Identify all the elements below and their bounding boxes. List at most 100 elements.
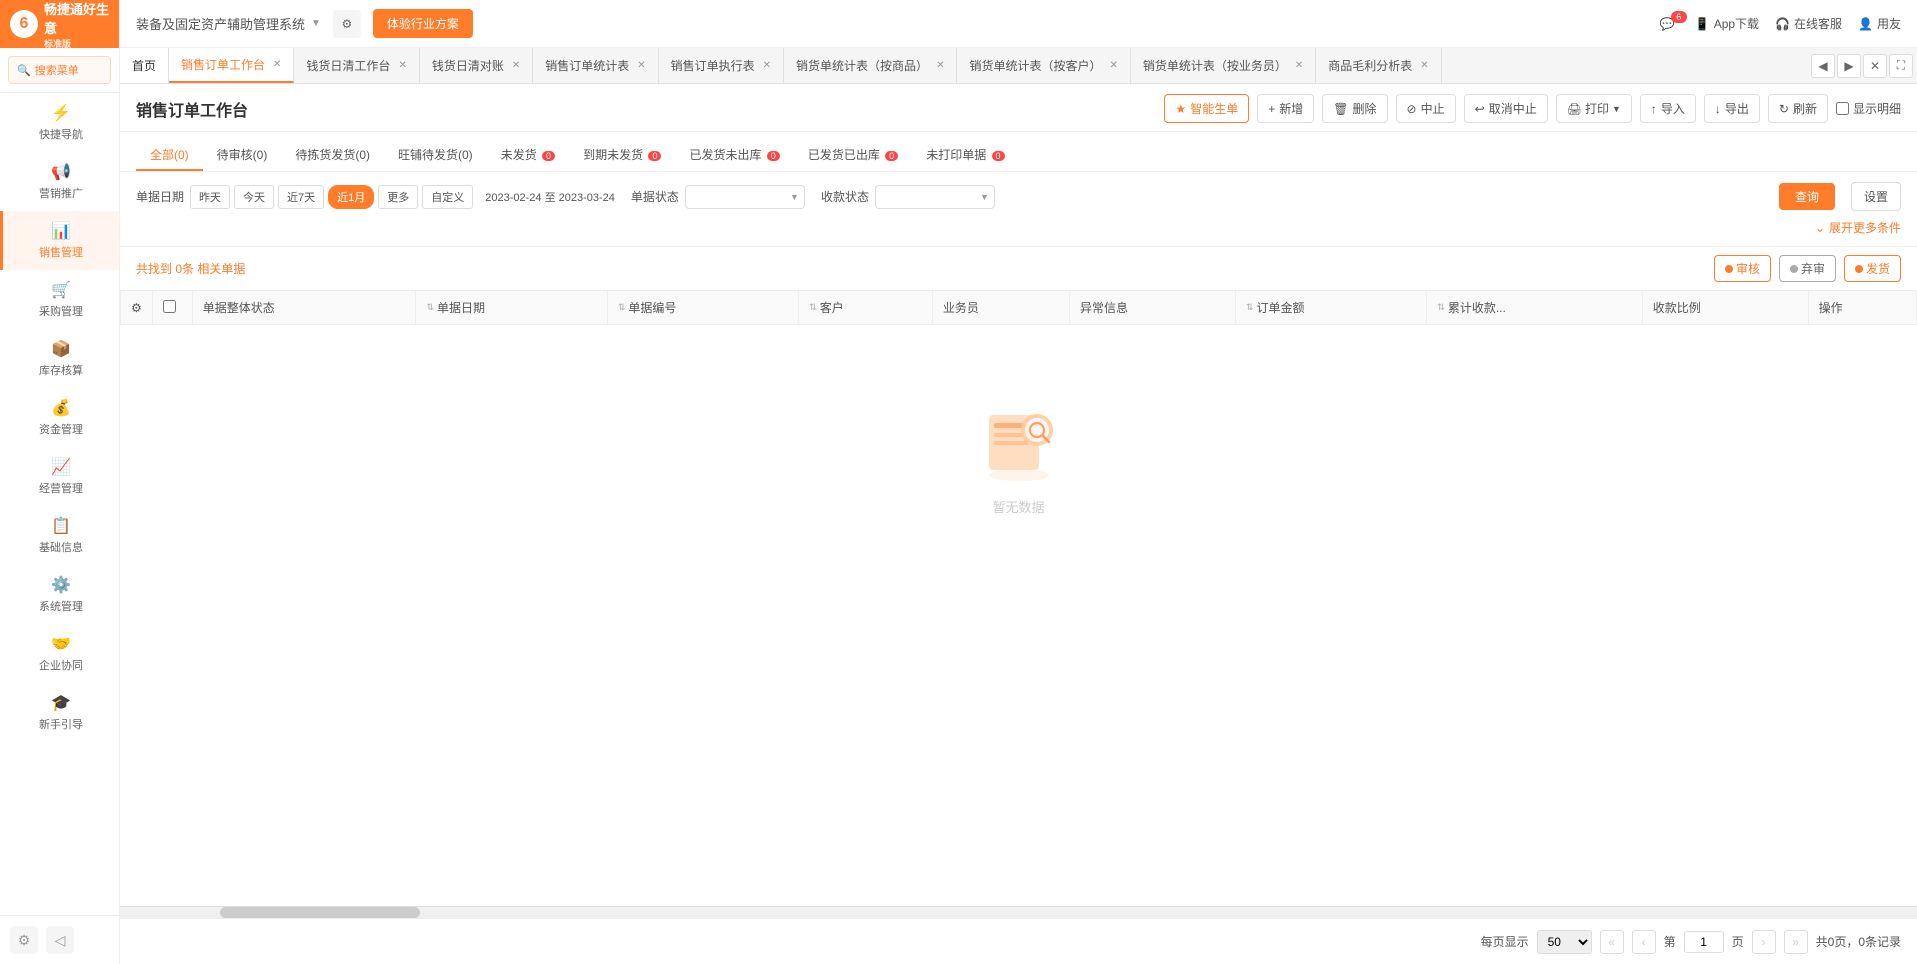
sidebar-bottom: ⚙ ◁ (0, 915, 119, 964)
page-next-btn[interactable]: › (1752, 930, 1776, 954)
date-btn-7days[interactable]: 近7天 (278, 185, 324, 209)
tab-close-icon[interactable]: ✕ (1295, 60, 1303, 71)
filter-tab-not-printed[interactable]: 未打印单据 0 (912, 140, 1018, 171)
date-btn-custom[interactable]: 自定义 (422, 185, 473, 209)
tab-margin-analysis[interactable]: 商品毛利分析表 ✕ (1316, 48, 1441, 83)
stop-button[interactable]: ⊘ 中止 (1396, 94, 1456, 123)
tab-close-icon[interactable]: ✕ (273, 59, 281, 70)
sidebar-item-marketing[interactable]: 📢 营销推广 (0, 152, 119, 211)
filter-tab-label: 已发货未出库 (689, 148, 761, 162)
print-button[interactable]: 🖨 打印 ▼ (1556, 94, 1632, 123)
settings-filter-button[interactable]: 设置 (1851, 182, 1901, 211)
tab-fullscreen-btn[interactable]: ⛶ (1889, 54, 1913, 78)
tab-close-icon[interactable]: ✕ (936, 60, 944, 71)
tab-close-icon[interactable]: ✕ (637, 60, 645, 71)
app-download-button[interactable]: 📱 App下载 (1695, 15, 1759, 32)
table-info-suffix: 相关单据 (197, 262, 245, 276)
show-detail-checkbox[interactable]: 显示明细 (1836, 100, 1901, 117)
date-btn-1month[interactable]: 近1月 (328, 185, 374, 209)
sidebar-item-inventory[interactable]: 📦 库存核算 (0, 329, 119, 388)
th-date-sort[interactable]: ⇅ 单据日期 (426, 299, 596, 316)
tab-close-icon[interactable]: ✕ (1109, 60, 1117, 71)
page-prev-btn[interactable]: ‹ (1632, 930, 1656, 954)
expand-conditions-btn[interactable]: ⌄ 展开更多条件 (1815, 219, 1901, 236)
filter-tab-wangpu[interactable]: 旺铺待发货(0) (384, 140, 487, 171)
tab-close-icon[interactable]: ✕ (763, 60, 771, 71)
tab-close-icon[interactable]: ✕ (512, 60, 520, 71)
tab-home-label: 首页 (132, 57, 156, 74)
tab-close-icon[interactable]: ✕ (398, 60, 406, 71)
tab-cash-daily[interactable]: 钱货日清工作台 ✕ (294, 48, 419, 83)
tab-scroll-left-btn[interactable]: ◀ (1811, 54, 1835, 78)
cancel-stop-button[interactable]: ↩ 取消中止 (1464, 94, 1548, 123)
filter-tab-not-shipped[interactable]: 未发货 0 (487, 140, 569, 171)
th-number-sort[interactable]: ⇅ 单据编号 (618, 299, 788, 316)
th-amount-sort[interactable]: ⇅ 订单金额 (1246, 299, 1416, 316)
smart-create-button[interactable]: ★ 智能生单 (1164, 94, 1249, 123)
delete-button[interactable]: 🗑 删除 (1322, 94, 1387, 123)
th-customer-sort[interactable]: ⇅ 客户 (809, 299, 922, 316)
tab-sales-exec[interactable]: 销售订单执行表 ✕ (659, 48, 784, 83)
sidebar-item-system[interactable]: ⚙️ 系统管理 (0, 565, 119, 624)
tab-cash-reconcile[interactable]: 钱货日清对账 ✕ (420, 48, 533, 83)
export-button[interactable]: ↓ 导出 (1704, 94, 1760, 123)
date-btn-more[interactable]: 更多 (378, 185, 418, 209)
sidebar-item-finance[interactable]: 💰 资金管理 (0, 388, 119, 447)
status-select[interactable] (685, 185, 805, 209)
payment-select[interactable] (875, 185, 995, 209)
filter-tab-shipped-out[interactable]: 已发货已出库 0 (794, 140, 912, 171)
date-btn-yesterday[interactable]: 昨天 (190, 185, 230, 209)
select-all-checkbox[interactable] (163, 300, 176, 313)
tab-close-all-btn[interactable]: ✕ (1863, 54, 1887, 78)
tab-scroll-right-btn[interactable]: ▶ (1837, 54, 1861, 78)
tab-sales-workbench[interactable]: 销售订单工作台 ✕ (169, 48, 294, 83)
page-last-btn[interactable]: » (1784, 930, 1808, 954)
cancel-review-button[interactable]: 弃审 (1779, 255, 1836, 282)
refresh-button[interactable]: ↻ 刷新 (1768, 94, 1828, 123)
page-size-select[interactable]: 20 50 100 (1537, 930, 1592, 954)
table-toolbar: 共找到 0条 相关单据 审核 弃审 发货 (120, 247, 1917, 290)
trial-button[interactable]: 体验行业方案 (373, 9, 473, 38)
th-status-sort[interactable]: 单据整体状态 (203, 299, 406, 316)
tab-sales-summary-customer[interactable]: 销货单统计表（按客户） ✕ (957, 48, 1130, 83)
online-support-button[interactable]: 🎧 在线客服 (1775, 15, 1842, 32)
user-button[interactable]: 👤 用友 (1858, 15, 1901, 32)
query-button[interactable]: 查询 (1779, 183, 1835, 210)
date-btn-today[interactable]: 今天 (234, 185, 274, 209)
review-button[interactable]: 审核 (1714, 255, 1771, 282)
filter-tab-pending-review[interactable]: 待审核(0) (203, 140, 282, 171)
page-input[interactable] (1684, 931, 1724, 953)
sidebar-item-operation[interactable]: 📈 经营管理 (0, 447, 119, 506)
add-button[interactable]: + 新增 (1257, 94, 1314, 123)
sidebar-item-basic[interactable]: 📋 基础信息 (0, 506, 119, 565)
settings-gear-button[interactable]: ⚙ (333, 10, 361, 38)
ship-button[interactable]: 发货 (1844, 255, 1901, 282)
page-first-btn[interactable]: « (1600, 930, 1624, 954)
sidebar-item-quick-nav[interactable]: ⚡ 快捷导航 (0, 93, 119, 152)
filter-tab-overdue[interactable]: 到期未发货 0 (569, 140, 675, 171)
show-detail-input[interactable] (1836, 102, 1849, 115)
search-menu-button[interactable]: 🔍 搜索菜单 (8, 56, 111, 84)
import-button[interactable]: ↑ 导入 (1640, 94, 1696, 123)
horizontal-scrollbar[interactable] (120, 906, 1917, 918)
sidebar-item-guide[interactable]: 🎓 新手引导 (0, 683, 119, 742)
user-icon: 👤 (1858, 17, 1873, 31)
scrollbar-thumb[interactable] (220, 907, 420, 918)
tab-sales-summary-product[interactable]: 销货单统计表（按商品） ✕ (784, 48, 957, 83)
message-button[interactable]: 💬 6 (1660, 17, 1679, 31)
sidebar-settings-btn[interactable]: ⚙ (10, 926, 38, 954)
tab-sales-stats[interactable]: 销售订单统计表 ✕ (533, 48, 658, 83)
filter-tab-all[interactable]: 全部(0) (136, 140, 203, 171)
settings-col-icon[interactable]: ⚙ (131, 301, 142, 315)
filter-tab-shipped-not-out[interactable]: 已发货未出库 0 (675, 140, 793, 171)
tab-sales-summary-staff[interactable]: 销货单统计表（按业务员） ✕ (1131, 48, 1316, 83)
sidebar-collapse-btn[interactable]: ◁ (46, 926, 74, 954)
sidebar-item-cooperation[interactable]: 🤝 企业协同 (0, 624, 119, 683)
filter-tab-pending-inspect[interactable]: 待拣货发货(0) (281, 140, 384, 171)
sidebar-item-sales[interactable]: 📊 销售管理 (0, 211, 119, 270)
tab-close-icon[interactable]: ✕ (1420, 60, 1428, 71)
sidebar-item-purchase[interactable]: 🛒 采购管理 (0, 270, 119, 329)
review-label: 审核 (1736, 260, 1760, 277)
th-collected-sort[interactable]: ⇅ 累计收款... (1437, 299, 1631, 316)
tab-home[interactable]: 首页 (120, 48, 169, 83)
